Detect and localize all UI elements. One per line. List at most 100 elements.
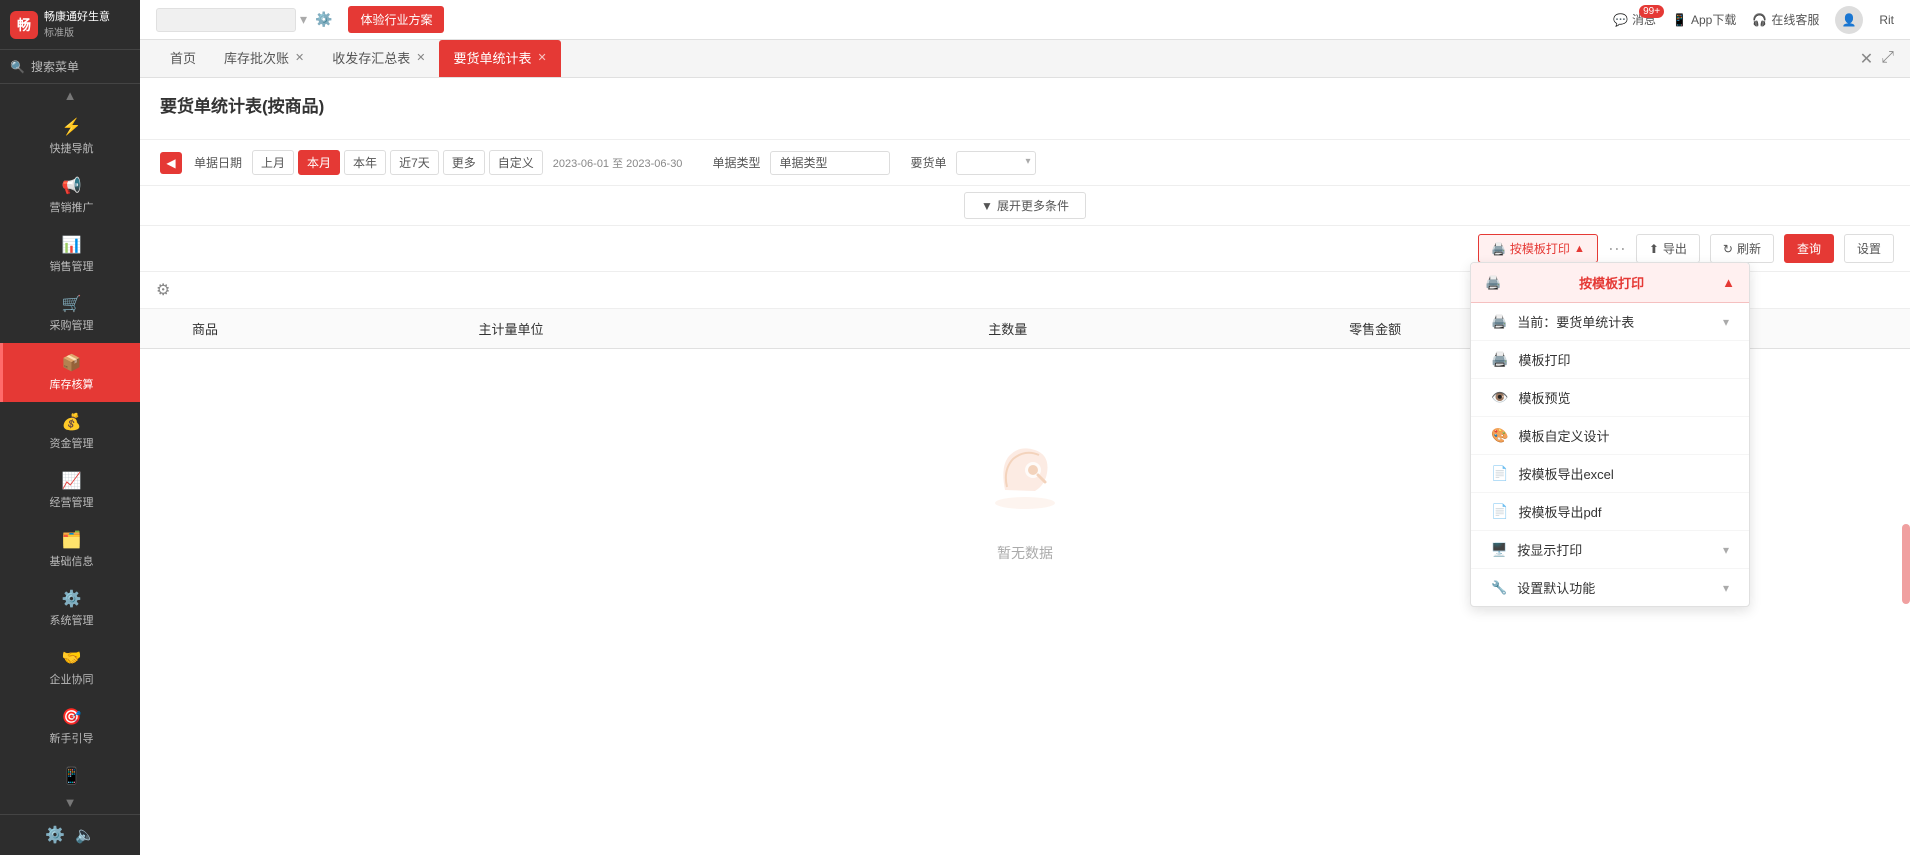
type-select[interactable]: 单据类型 (770, 151, 890, 175)
more-actions-icon[interactable]: ··· (1608, 238, 1626, 259)
print-icon: 🖨️ (1491, 242, 1506, 256)
expand-more-icon: ▼ (981, 199, 993, 213)
print-template-pdf-item[interactable]: 📄 按模板导出pdf (1471, 493, 1749, 531)
right-scrollbar[interactable] (1902, 524, 1910, 604)
tabs-bar: 首页 库存批次账 ✕ 收发存汇总表 ✕ 要货单统计表 ✕ ✕ ⤢ (140, 40, 1910, 78)
goods-filter-label: 要货单 (910, 154, 946, 171)
print-display-section[interactable]: 🖥️ 按显示打印 ▾ (1471, 531, 1749, 569)
message-badge: 99+ (1639, 5, 1664, 18)
sidebar-item-coop[interactable]: 🤝 企业协同 (0, 638, 140, 697)
display-print-chevron: ▾ (1723, 543, 1729, 557)
logo-text: 畅康通好生意 标准版 (44, 10, 110, 39)
date-current-month-button[interactable]: 本月 (298, 150, 340, 175)
default-func-chevron: ▾ (1723, 581, 1729, 595)
tab-close-order-stat[interactable]: ✕ (538, 51, 547, 64)
col-product-name: 商品 (180, 309, 466, 349)
tab-home[interactable]: 首页 (156, 40, 210, 77)
basic-icon: 🗂️ (62, 530, 82, 550)
industry-solution-button[interactable]: 体验行业方案 (348, 6, 444, 33)
print-template-excel-item[interactable]: 📄 按模板导出excel (1471, 455, 1749, 493)
tab-order-stat[interactable]: 要货单统计表 ✕ (439, 40, 560, 77)
sidebar: 畅 畅康通好生意 标准版 🔍 搜索菜单 ▲ ⚡ 快捷导航 📢 营销推广 📊 销售… (0, 0, 140, 855)
col-unit: 主计量单位 (466, 309, 976, 349)
date-more-button[interactable]: 更多 (443, 150, 485, 175)
topbar-search-input[interactable] (156, 8, 296, 32)
sidebar-item-basic[interactable]: 🗂️ 基础信息 (0, 520, 140, 579)
settings-button[interactable]: 设置 (1844, 234, 1894, 263)
filter-section: ◀ 单据日期 上月 本月 本年 近7天 更多 自定义 2023-06-01 至 … (140, 140, 1910, 186)
online-service-icon: 🎧 (1752, 13, 1767, 27)
sidebar-item-newguide[interactable]: 🎯 新手引导 (0, 697, 140, 756)
sidebar-item-system[interactable]: ⚙️ 系统管理 (0, 579, 140, 638)
avatar-icon: 👤 (1842, 13, 1857, 27)
print-dropdown-title: 按模板打印 (1579, 273, 1644, 292)
date-current-year-button[interactable]: 本年 (344, 150, 386, 175)
expand-more-button[interactable]: ▼ 展开更多条件 (964, 192, 1086, 219)
sidebar-item-finance[interactable]: 💰 资金管理 (0, 402, 140, 461)
current-template-icon: 🖨️ (1491, 314, 1507, 330)
topbar-online-service[interactable]: 🎧 在线客服 (1752, 11, 1819, 28)
date-custom-button[interactable]: 自定义 (489, 150, 543, 175)
col-quantity: 主数量 (976, 309, 1337, 349)
tab-collection[interactable]: 收发存汇总表 ✕ (318, 40, 439, 77)
message-icon: 💬 (1613, 13, 1628, 27)
date-buttons: 上月 本月 本年 近7天 更多 自定义 (252, 150, 543, 175)
action-bar: 🖨️ 按模板打印 ▲ ··· ⬆ 导出 ↻ 刷新 查询 设置 🖨️ 按模板打印 … (140, 226, 1910, 272)
topbar-gear-icon[interactable]: ⚙️ (315, 11, 332, 28)
coop-icon: 🤝 (62, 648, 82, 668)
topbar: ▾ ⚙️ 体验行业方案 💬 消息 99+ 📱 App下载 🎧 在线客服 👤 Ri… (140, 0, 1910, 40)
print-dropdown-header-printer-icon: 🖨️ (1485, 275, 1501, 291)
sidebar-search[interactable]: 🔍 搜索菜单 (0, 50, 140, 84)
sidebar-scroll-down[interactable]: ▼ (0, 791, 140, 814)
maximize-window-icon[interactable]: ⤢ (1881, 49, 1894, 69)
print-template-preview-item[interactable]: 👁️ 模板预览 (1471, 379, 1749, 417)
close-window-icon[interactable]: ✕ (1860, 49, 1873, 69)
template-pdf-icon: 📄 (1491, 503, 1508, 520)
sidebar-footer: ⚙️ 🔈 (0, 814, 140, 855)
date-prev-month-button[interactable]: 上月 (252, 150, 294, 175)
empty-state-text: 暂无数据 (997, 543, 1053, 563)
sidebar-item-operation[interactable]: 📈 经营管理 (0, 461, 140, 520)
topbar-app-download[interactable]: 📱 App下载 (1672, 11, 1736, 28)
table-column-settings-icon[interactable]: ⚙ (156, 280, 170, 300)
operation-icon: 📈 (62, 471, 82, 491)
col-product (140, 309, 180, 349)
print-dropdown-collapse-icon[interactable]: ▲ (1722, 275, 1735, 290)
sidebar-item-appcenter[interactable]: 📱 应用中心 (0, 756, 140, 791)
window-buttons: ✕ ⤢ (1860, 49, 1894, 69)
print-current-template[interactable]: 🖨️ 当前：要货单统计表 ▾ (1471, 303, 1749, 341)
sidebar-item-marketing[interactable]: 📢 营销推广 (0, 166, 140, 225)
filter-collapse-button[interactable]: ◀ (160, 152, 182, 174)
query-button[interactable]: 查询 (1784, 234, 1834, 263)
sidebar-item-inventory[interactable]: 📦 库存核算 (0, 343, 140, 402)
tab-close-batch[interactable]: ✕ (295, 51, 304, 64)
marketing-icon: 📢 (62, 176, 82, 196)
page-title: 要货单统计表(按商品) (160, 92, 1890, 117)
goods-select[interactable] (956, 151, 1036, 175)
print-default-section[interactable]: 🔧 设置默认功能 ▾ (1471, 569, 1749, 606)
expand-more-row: ▼ 展开更多条件 (140, 186, 1910, 226)
tab-close-collection[interactable]: ✕ (416, 51, 425, 64)
topbar-message[interactable]: 💬 消息 99+ (1613, 11, 1656, 28)
sidebar-item-shortcut[interactable]: ⚡ 快捷导航 (0, 107, 140, 166)
print-dropdown-chevron: ▲ (1574, 243, 1585, 255)
sidebar-item-purchase[interactable]: 🛒 采购管理 (0, 284, 140, 343)
topbar-dropdown-icon[interactable]: ▾ (300, 11, 307, 28)
footer-settings-icon[interactable]: ⚙️ (45, 825, 65, 845)
footer-sound-icon[interactable]: 🔈 (75, 825, 95, 845)
print-template-design-item[interactable]: 🎨 模板自定义设计 (1471, 417, 1749, 455)
tab-batch[interactable]: 库存批次账 ✕ (210, 40, 318, 77)
topbar-avatar[interactable]: 👤 (1835, 6, 1863, 34)
app-download-icon: 📱 (1672, 13, 1687, 27)
print-template-print-item[interactable]: 🖨️ 模板打印 (1471, 341, 1749, 379)
empty-state-icon (985, 435, 1065, 531)
filter-row-date: 单据日期 上月 本月 本年 近7天 更多 自定义 2023-06-01 至 20… (194, 150, 1890, 175)
sidebar-item-sales[interactable]: 📊 销售管理 (0, 225, 140, 284)
refresh-button[interactable]: ↻ 刷新 (1710, 234, 1774, 263)
export-button[interactable]: ⬆ 导出 (1636, 234, 1700, 263)
date-7days-button[interactable]: 近7天 (390, 150, 439, 175)
sidebar-scroll-up[interactable]: ▲ (0, 84, 140, 107)
print-dropdown-panel: 🖨️ 按模板打印 ▲ 🖨️ 当前：要货单统计表 ▾ 🖨️ 模板打印 👁️ 模板预… (1470, 262, 1750, 607)
print-template-button[interactable]: 🖨️ 按模板打印 ▲ (1478, 234, 1598, 263)
date-filter-label: 单据日期 (194, 154, 242, 171)
